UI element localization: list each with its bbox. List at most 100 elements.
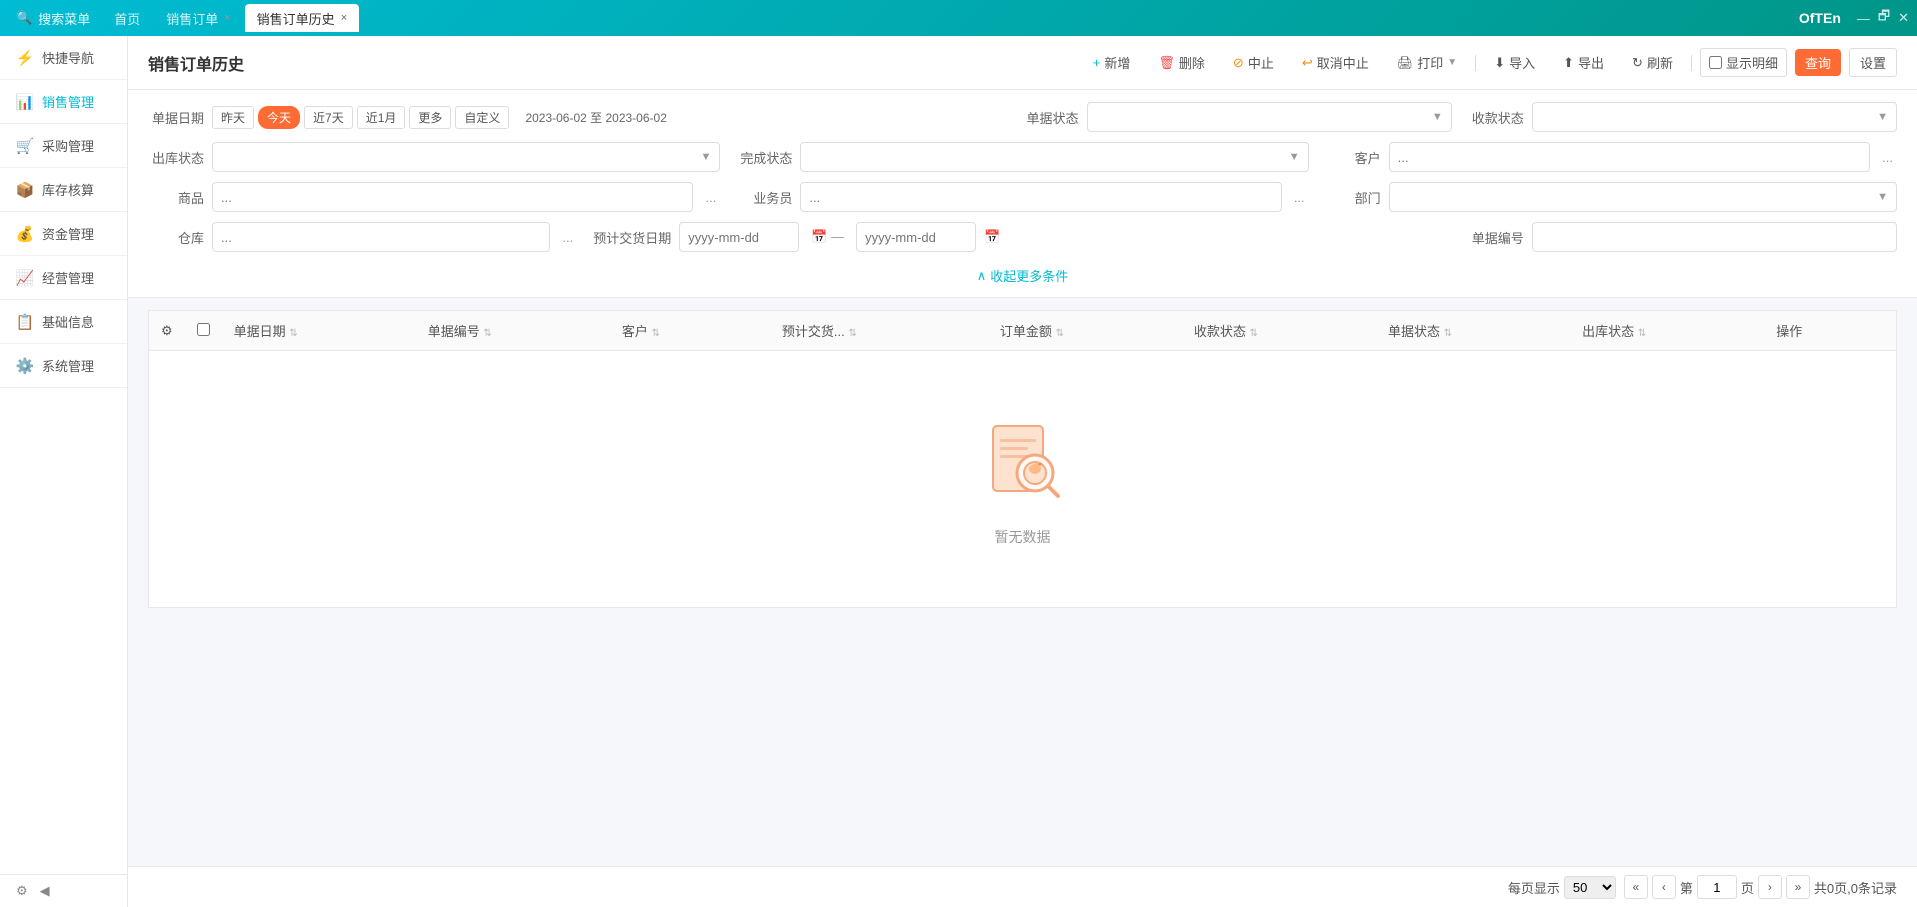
table-checkbox-col[interactable] [185,311,222,351]
salesperson-input[interactable] [800,182,1281,212]
sidebar-item-quick-nav[interactable]: ⚡ 快捷导航 [0,36,127,80]
content-area: 销售订单历史 + 新增 🗑 删除 ⊘ 中止 ↩ 取消中止 [128,36,1917,907]
empty-state-row: 暂无数据 [149,351,1897,608]
table-settings-col[interactable]: ⚙ [149,311,185,351]
tab-sales-order-close[interactable]: × [224,12,230,24]
customer-input[interactable] [1389,142,1870,172]
display-cols-checkbox[interactable] [1709,56,1722,69]
sidebar-item-purchase-mgmt[interactable]: 🛒 采购管理 [0,124,127,168]
minimize-btn[interactable]: — [1857,11,1870,26]
col-bill-status[interactable]: 单据状态 ⇅ [1376,311,1570,351]
empty-state: 暂无数据 [149,351,1896,607]
last-page-btn[interactable]: » [1786,875,1810,899]
import-button[interactable]: ⬇ 导入 [1484,49,1545,76]
settings-button[interactable]: 设置 [1849,48,1897,77]
bill-status-select[interactable]: ▼ [1087,102,1452,132]
date-today-btn[interactable]: 今天 [258,106,300,129]
sidebar-item-inventory[interactable]: 📦 库存核算 [0,168,127,212]
department-select[interactable]: ▼ [1389,182,1897,212]
expected-date-from[interactable] [679,222,799,252]
product-dots[interactable]: ... [701,190,720,205]
select-all-checkbox[interactable] [197,323,210,336]
col-date[interactable]: 单据日期 ⇅ [222,311,416,351]
tab-home[interactable]: 首页 [102,4,152,32]
display-cols-button[interactable]: 显示明细 [1700,48,1787,77]
prev-page-btn[interactable]: ‹ [1652,875,1676,899]
date-last1m-btn[interactable]: 近1月 [357,106,406,129]
table-section: ⚙ 单据日期 ⇅ 单据编号 ⇅ 客户 [128,298,1917,866]
add-icon: + [1093,55,1101,70]
sidebar-item-basic-info-label: 基础信息 [42,312,94,331]
tab-sales-order-history-close[interactable]: × [341,12,347,24]
filter-row-2: 出库状态 ▼ 完成状态 ▼ 客户 ... [148,142,1897,172]
date-more-btn[interactable]: 更多 [409,106,451,129]
restore-btn[interactable]: 🗗 [1878,7,1890,29]
print-button[interactable]: 🖨 打印 ▼ [1387,49,1467,76]
date-yesterday-btn[interactable]: 昨天 [212,106,254,129]
system-mgmt-icon: ⚙️ [16,357,34,375]
sidebar-collapse-icon[interactable]: ◀ [40,883,50,899]
refresh-button[interactable]: ↻ 刷新 [1622,49,1683,76]
filter-row-4: 仓库 ... 预计交货日期 📅 — 📅 单据编号 [148,222,1897,252]
col-delivery[interactable]: 出库状态 ⇅ [1570,311,1764,351]
col-delivery-sort: ⇅ [1638,328,1646,339]
complete-status-select[interactable]: ▼ [800,142,1308,172]
sidebar-item-basic-info[interactable]: 📋 基础信息 [0,300,127,344]
product-input[interactable] [212,182,693,212]
filter-row-3: 商品 ... 业务员 ... 部门 ▼ [148,182,1897,212]
stop-icon: ⊘ [1233,55,1244,71]
salesperson-label: 业务员 [736,188,792,207]
delete-icon: 🗑 [1158,55,1175,71]
warehouse-dots[interactable]: ... [558,230,577,245]
sidebar-item-system-mgmt[interactable]: ⚙️ 系统管理 [0,344,127,388]
col-bill-status-sort: ⇅ [1444,328,1452,339]
sidebar-item-sales-mgmt[interactable]: 📊 销售管理 [0,80,127,124]
sidebar-item-finance[interactable]: 💰 资金管理 [0,212,127,256]
add-label: 新增 [1104,53,1130,72]
table-body: 暂无数据 [149,351,1897,608]
warehouse-input[interactable] [212,222,550,252]
col-customer[interactable]: 客户 ⇅ [610,311,770,351]
sidebar-settings-icon[interactable]: ⚙ [16,883,28,899]
export-button[interactable]: ⬆ 导出 [1553,49,1614,76]
payment-status-select[interactable]: ▼ [1532,102,1897,132]
col-payment[interactable]: 收款状态 ⇅ [1182,311,1376,351]
tab-sales-order[interactable]: 销售订单 × [154,4,242,32]
collapse-label: 收起更多条件 [990,266,1068,285]
cancel-stop-button[interactable]: ↩ 取消中止 [1292,49,1379,76]
search-icon: 🔍 [16,10,32,26]
tab-sales-order-history[interactable]: 销售订单历史 × [245,4,359,32]
next-page-btn[interactable]: › [1758,875,1782,899]
date-custom-btn[interactable]: 自定义 [455,106,509,129]
sidebar-item-operations[interactable]: 📈 经营管理 [0,256,127,300]
sidebar-bottom: ⚙ ◀ [0,874,127,907]
col-amount[interactable]: 订单金额 ⇅ [988,311,1182,351]
first-page-btn[interactable]: « [1624,875,1648,899]
date-to-calendar-icon[interactable]: 📅 [984,229,1000,245]
bill-number-input[interactable] [1532,222,1897,252]
empty-icon [973,411,1073,511]
export-label: 导出 [1578,53,1604,72]
collapse-button[interactable]: ∧ 收起更多条件 [977,266,1069,285]
col-number[interactable]: 单据编号 ⇅ [416,311,610,351]
settings-label: 设置 [1860,53,1886,72]
delivery-status-select[interactable]: ▼ [212,142,720,172]
next-page-icon: › [1768,880,1772,894]
date-last7-btn[interactable]: 近7天 [304,106,353,129]
page-number-input[interactable] [1697,875,1737,899]
col-number-sort: ⇅ [483,328,491,339]
sidebar-item-operations-label: 经营管理 [42,268,94,287]
customer-dots[interactable]: ... [1878,150,1897,165]
delete-button[interactable]: 🗑 删除 [1148,49,1215,76]
add-button[interactable]: + 新增 [1083,49,1141,76]
query-button[interactable]: 查询 [1795,49,1841,76]
close-btn[interactable]: ✕ [1898,10,1909,26]
stop-button[interactable]: ⊘ 中止 [1223,49,1284,76]
col-payment-label: 收款状态 [1194,324,1246,339]
page-size-select[interactable]: 10 20 50 100 [1564,876,1616,899]
col-expected[interactable]: 预计交货... ⇅ [770,311,988,351]
salesperson-dots[interactable]: ... [1290,190,1309,205]
search-bar[interactable]: 🔍 搜索菜单 [8,5,98,32]
filter-delivery-status-field: 出库状态 ▼ [148,142,720,172]
expected-date-to[interactable] [856,222,976,252]
